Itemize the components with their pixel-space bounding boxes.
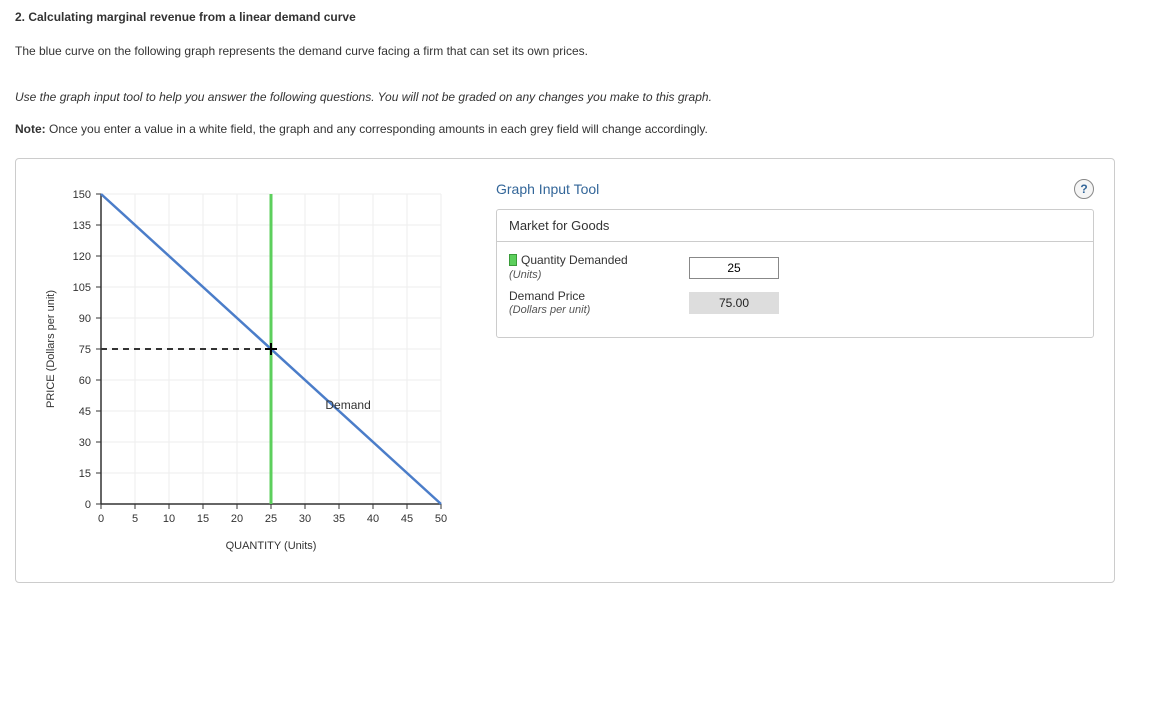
price-output: 75.00: [689, 292, 779, 314]
svg-text:50: 50: [435, 513, 447, 525]
svg-text:15: 15: [79, 468, 91, 480]
graph-panel: 0 5 10 15 20 25 30 35 40 45 50 0 15 30 45 60 75 90 105 120 1…: [15, 158, 1115, 583]
market-header: Market for Goods: [497, 210, 1093, 242]
svg-text:90: 90: [79, 313, 91, 325]
demand-chart[interactable]: 0 5 10 15 20 25 30 35 40 45 50 0 15 30 45 60 75 90 105 120 1…: [36, 179, 456, 559]
svg-text:75: 75: [79, 344, 91, 356]
svg-text:QUANTITY (Units): QUANTITY (Units): [226, 540, 317, 552]
quantity-row: Quantity Demanded (Units): [509, 254, 1081, 282]
quantity-label: Quantity Demanded: [521, 253, 628, 267]
svg-text:0: 0: [85, 499, 91, 511]
question-title: 2. Calculating marginal revenue from a l…: [15, 10, 1140, 24]
svg-text:5: 5: [132, 513, 138, 525]
svg-text:135: 135: [73, 220, 91, 232]
note-text: Once you enter a value in a white field,…: [46, 122, 708, 136]
instruction-text: Use the graph input tool to help you ans…: [15, 88, 1140, 106]
svg-text:120: 120: [73, 251, 91, 263]
quantity-color-chip: [509, 254, 517, 266]
svg-text:10: 10: [163, 513, 175, 525]
help-icon[interactable]: ?: [1074, 179, 1094, 199]
svg-text:PRICE (Dollars per unit): PRICE (Dollars per unit): [45, 290, 57, 408]
svg-text:105: 105: [73, 282, 91, 294]
svg-text:30: 30: [79, 437, 91, 449]
svg-text:45: 45: [79, 406, 91, 418]
note-bold-label: Note:: [15, 122, 46, 136]
price-row: Demand Price (Dollars per unit) 75.00: [509, 290, 1081, 318]
graph-input-tool: Graph Input Tool ? Market for Goods Quan…: [496, 179, 1094, 562]
note-line: Note: Once you enter a value in a white …: [15, 120, 1140, 138]
svg-text:25: 25: [265, 513, 277, 525]
market-box: Market for Goods Quantity Demanded (Unit…: [496, 209, 1094, 338]
chart-block[interactable]: 0 5 10 15 20 25 30 35 40 45 50 0 15 30 45 60 75 90 105 120 1…: [36, 179, 456, 562]
tool-title: Graph Input Tool: [496, 181, 599, 197]
svg-text:Demand: Demand: [325, 398, 370, 412]
quantity-input[interactable]: [689, 257, 779, 279]
quantity-unit-label: (Units): [509, 269, 541, 281]
svg-text:20: 20: [231, 513, 243, 525]
svg-text:15: 15: [197, 513, 209, 525]
price-label: Demand Price: [509, 289, 585, 303]
svg-text:30: 30: [299, 513, 311, 525]
price-unit-label: (Dollars per unit): [509, 304, 590, 316]
svg-text:60: 60: [79, 375, 91, 387]
svg-text:0: 0: [98, 513, 104, 525]
intro-text: The blue curve on the following graph re…: [15, 42, 1140, 60]
svg-text:40: 40: [367, 513, 379, 525]
svg-text:35: 35: [333, 513, 345, 525]
svg-text:45: 45: [401, 513, 413, 525]
svg-text:150: 150: [73, 189, 91, 201]
